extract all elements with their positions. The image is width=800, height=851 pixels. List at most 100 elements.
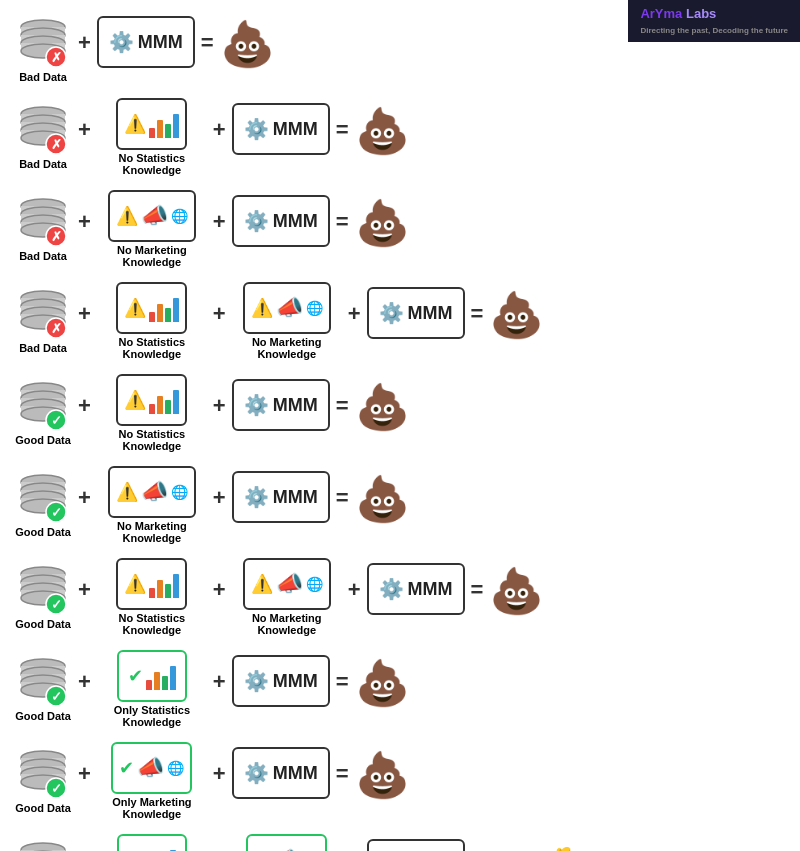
mmm-item: ⚙️ MMM bbox=[367, 287, 465, 355]
marketing-good-item: ✔ 📣 🌐 Only Marketing Knowledge bbox=[97, 742, 207, 820]
item-label: Only Marketing Knowledge bbox=[97, 796, 207, 820]
database-item: ✗ Bad Data bbox=[14, 17, 72, 83]
equations-container: ✗ Bad Data+ ⚙️ MMM =💩 ✗ Bad Data+ ⚠️ No … bbox=[0, 0, 800, 851]
operator-symbol: + bbox=[76, 761, 93, 787]
equation-row-3: ✗ Bad Data+ ⚠️ 📣 🌐 No Marketing Knowledg… bbox=[10, 184, 790, 274]
result-item: 💩 bbox=[355, 749, 410, 813]
svg-text:✗: ✗ bbox=[51, 321, 62, 336]
item-label: Bad Data bbox=[19, 250, 67, 262]
equation-row-4: ✗ Bad Data+ ⚠️ No Statistics Knowledge+ … bbox=[10, 276, 790, 366]
stats-bad-item: ⚠️ No Statistics Knowledge bbox=[97, 282, 207, 360]
operator-symbol: + bbox=[76, 301, 93, 327]
operator-symbol: + bbox=[76, 117, 93, 143]
operator-symbol: = bbox=[334, 393, 351, 419]
stats-bad-item: ⚠️ No Statistics Knowledge bbox=[97, 374, 207, 452]
operator-symbol: + bbox=[346, 577, 363, 603]
database-item: ✗ Bad Data bbox=[14, 196, 72, 262]
database-item: ✗ Bad Data bbox=[14, 288, 72, 354]
operator-symbol: + bbox=[76, 577, 93, 603]
result-item: 💩 bbox=[355, 657, 410, 721]
equation-row-7: ✓ Good Data+ ⚠️ No Statistics Knowledge+… bbox=[10, 552, 790, 642]
mmm-item: ⚙️ MMM bbox=[97, 16, 195, 84]
marketing-bad-item: ⚠️ 📣 🌐 No Marketing Knowledge bbox=[97, 466, 207, 544]
item-label: No Marketing Knowledge bbox=[232, 612, 342, 636]
result-item: 💩 bbox=[489, 289, 544, 353]
equation-row-6: ✓ Good Data+ ⚠️ 📣 🌐 No Marketing Knowled… bbox=[10, 460, 790, 550]
equation-row-9: ✓ Good Data+ ✔ 📣 🌐 Only Marketing Knowle… bbox=[10, 736, 790, 826]
equation-row-8: ✓ Good Data+ ✔ Only Statistics Knowledge… bbox=[10, 644, 790, 734]
result-item: 💩 bbox=[355, 473, 410, 537]
mmm-item: ⚙️ MMM bbox=[232, 655, 330, 723]
svg-text:✓: ✓ bbox=[51, 413, 62, 428]
operator-symbol: = bbox=[469, 577, 486, 603]
item-label: Bad Data bbox=[19, 342, 67, 354]
operator-symbol: + bbox=[76, 209, 93, 235]
item-label: Good Data bbox=[15, 434, 71, 446]
item-label: No Marketing Knowledge bbox=[232, 336, 342, 360]
equation-row-5: ✓ Good Data+ ⚠️ No Statistics Knowledge+… bbox=[10, 368, 790, 458]
result-item: 💩 bbox=[220, 18, 275, 82]
operator-symbol: + bbox=[211, 485, 228, 511]
result-item: 💩 bbox=[355, 381, 410, 445]
operator-symbol: = bbox=[334, 485, 351, 511]
mmm-item: ⚙️ MMM bbox=[367, 563, 465, 631]
database-item: ✓ Good Data bbox=[14, 840, 72, 851]
item-label: Good Data bbox=[15, 526, 71, 538]
svg-text:✗: ✗ bbox=[51, 50, 62, 65]
mmm-item: ⚙️ MMM bbox=[232, 103, 330, 171]
stats-good-item: ✔ Statistics Knowledge bbox=[97, 834, 207, 851]
stats-bad-item: ⚠️ No Statistics Knowledge bbox=[97, 558, 207, 636]
operator-symbol: + bbox=[76, 393, 93, 419]
operator-symbol: + bbox=[211, 577, 228, 603]
svg-text:✗: ✗ bbox=[51, 137, 62, 152]
operator-symbol: = bbox=[199, 30, 216, 56]
stats-bad-item: ⚠️ No Statistics Knowledge bbox=[97, 98, 207, 176]
operator-symbol: + bbox=[211, 209, 228, 235]
operator-symbol: + bbox=[76, 30, 93, 56]
operator-symbol: = bbox=[334, 209, 351, 235]
database-item: ✓ Good Data bbox=[14, 472, 72, 538]
result-item: 💵💰 bbox=[489, 846, 579, 851]
item-label: No Statistics Knowledge bbox=[97, 152, 207, 176]
operator-symbol: + bbox=[76, 669, 93, 695]
database-item: ✓ Good Data bbox=[14, 380, 72, 446]
database-item: ✓ Good Data bbox=[14, 564, 72, 630]
marketing-bad-item: ⚠️ 📣 🌐 No Marketing Knowledge bbox=[232, 282, 342, 360]
mmm-item: ⚙️ MMM bbox=[367, 839, 465, 851]
result-item: 💩 bbox=[355, 105, 410, 169]
svg-text:✓: ✓ bbox=[51, 689, 62, 704]
svg-point-81 bbox=[21, 843, 65, 851]
result-item: 💩 bbox=[355, 197, 410, 261]
stats-good-item: ✔ Only Statistics Knowledge bbox=[97, 650, 207, 728]
item-label: Good Data bbox=[15, 618, 71, 630]
operator-symbol: + bbox=[211, 761, 228, 787]
item-label: Good Data bbox=[15, 710, 71, 722]
database-item: ✓ Good Data bbox=[14, 656, 72, 722]
item-label: Only Statistics Knowledge bbox=[97, 704, 207, 728]
svg-text:✗: ✗ bbox=[51, 229, 62, 244]
item-label: Good Data bbox=[15, 802, 71, 814]
item-label: No Statistics Knowledge bbox=[97, 428, 207, 452]
mmm-item: ⚙️ MMM bbox=[232, 747, 330, 815]
operator-symbol: = bbox=[334, 761, 351, 787]
item-label: No Marketing Knowledge bbox=[97, 244, 207, 268]
database-item: ✓ Good Data bbox=[14, 748, 72, 814]
item-label: No Marketing Knowledge bbox=[97, 520, 207, 544]
mmm-item: ⚙️ MMM bbox=[232, 379, 330, 447]
svg-text:✓: ✓ bbox=[51, 597, 62, 612]
mmm-item: ⚙️ MMM bbox=[232, 195, 330, 263]
operator-symbol: = bbox=[334, 669, 351, 695]
equation-row-2: ✗ Bad Data+ ⚠️ No Statistics Knowledge+ … bbox=[10, 92, 790, 182]
operator-symbol: + bbox=[211, 301, 228, 327]
item-label: Bad Data bbox=[19, 71, 67, 83]
marketing-good-item: ✔ 📣 🌐 Marketing Knowledge bbox=[232, 834, 342, 851]
operator-symbol: + bbox=[76, 485, 93, 511]
logo-badge: ArYma Labs Directing the past, Decoding … bbox=[628, 0, 800, 42]
operator-symbol: + bbox=[211, 669, 228, 695]
operator-symbol: = bbox=[469, 301, 486, 327]
marketing-bad-item: ⚠️ 📣 🌐 No Marketing Knowledge bbox=[97, 190, 207, 268]
operator-symbol: + bbox=[211, 393, 228, 419]
svg-text:✓: ✓ bbox=[51, 505, 62, 520]
database-item: ✗ Bad Data bbox=[14, 104, 72, 170]
operator-symbol: + bbox=[346, 301, 363, 327]
